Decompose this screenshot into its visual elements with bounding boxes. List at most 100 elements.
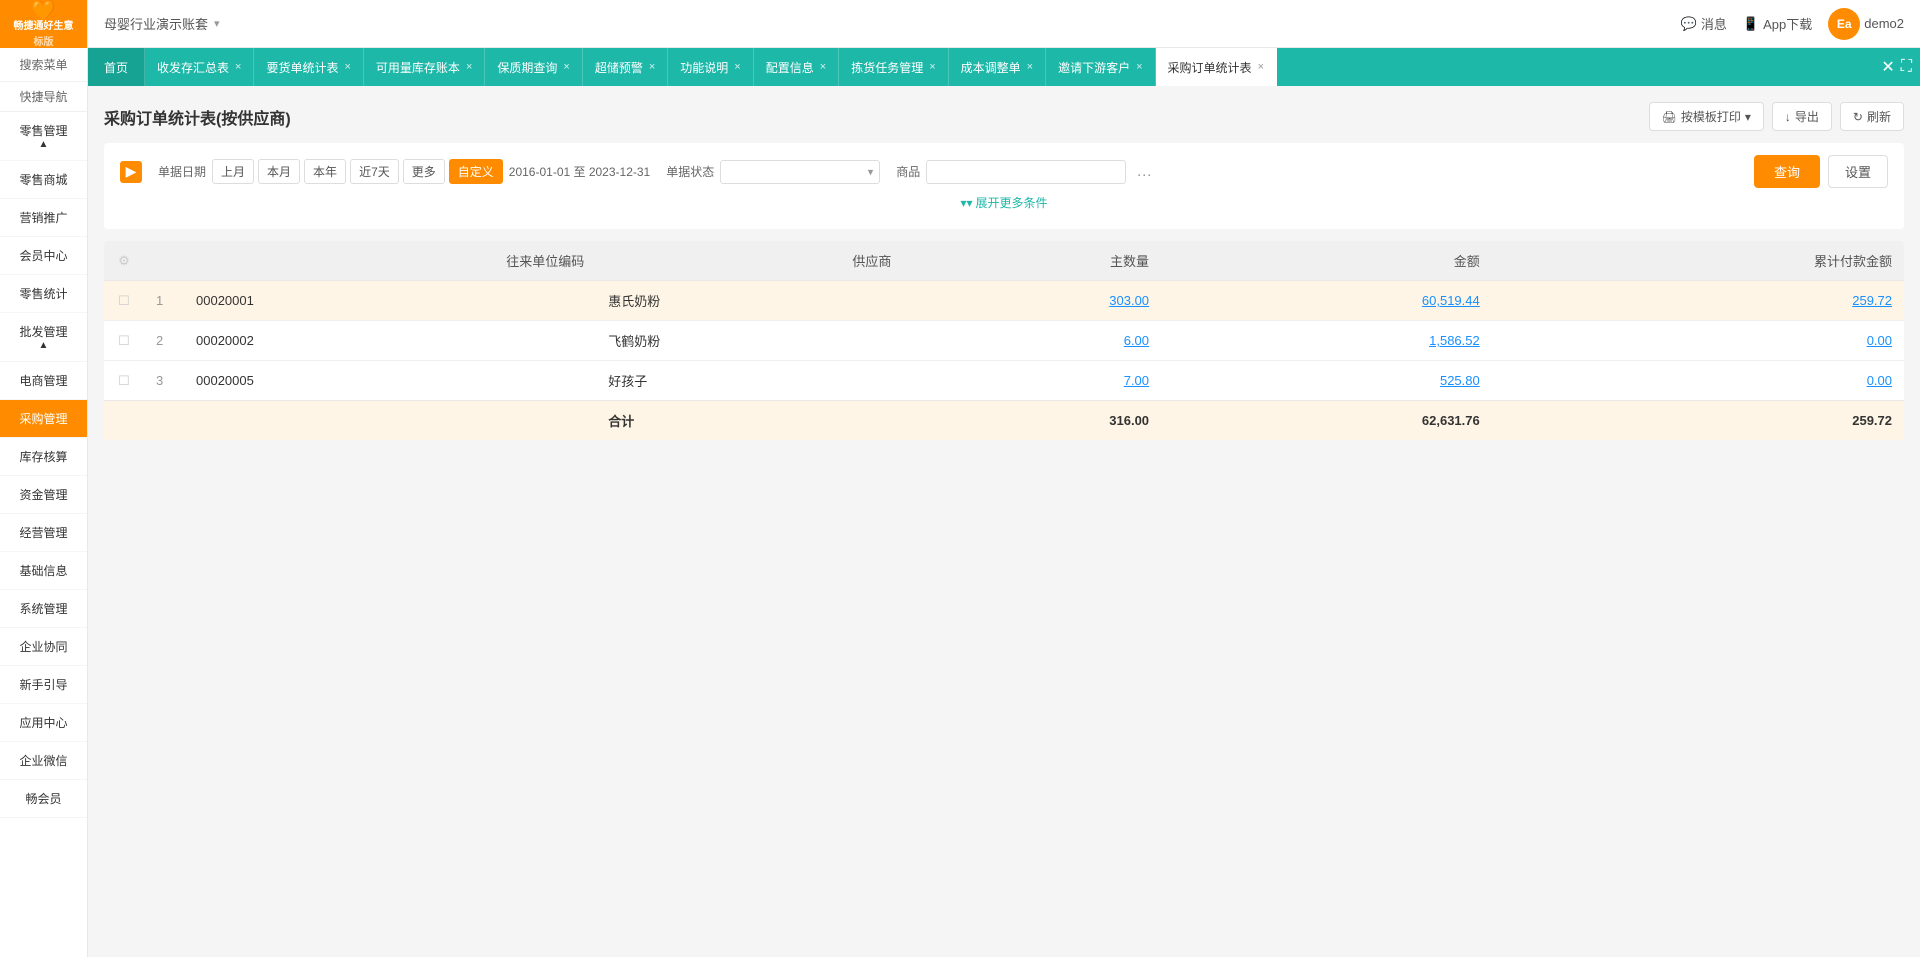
retail-arrow-icon: ▲ <box>39 139 49 150</box>
tab-yaoqingxiayou-close-icon[interactable]: × <box>1136 61 1142 73</box>
date-last-month-button[interactable]: 上月 <box>212 159 254 184</box>
expand-down-icon: ▾▾ <box>960 196 972 210</box>
settings-button[interactable]: 设置 <box>1828 155 1888 188</box>
tab-chaochuyu-close-icon[interactable]: × <box>649 61 655 73</box>
workspace-name: 母婴行业演示账套 <box>104 14 208 33</box>
row-paid-cell[interactable]: 0.00 <box>1492 321 1904 361</box>
row-check-cell[interactable]: ☐ <box>104 321 144 361</box>
header-bar: 母婴行业演示账套 ▾ 💬 消息 📱 App下载 Ea demo2 <box>88 0 1920 48</box>
tab-baozhi-close-icon[interactable]: × <box>563 61 569 73</box>
row-paid-cell[interactable]: 259.72 <box>1492 281 1904 321</box>
row-amount-cell[interactable]: 60,519.44 <box>1161 281 1492 321</box>
row-amount-cell[interactable]: 1,586.52 <box>1161 321 1492 361</box>
filter-toggle-button[interactable]: ▶ <box>120 161 142 183</box>
sidebar-item-operation[interactable]: 经营管理 <box>0 514 87 552</box>
table-row[interactable]: ☐ 2 00020002 飞鹤奶粉 6.00 1,586.52 0.00 <box>104 321 1904 361</box>
sidebar-item-appcenter[interactable]: 应用中心 <box>0 704 87 742</box>
tab-yaohuo[interactable]: 要货单统计表 × <box>254 48 363 86</box>
tab-keyongliang-close-icon[interactable]: × <box>466 61 472 73</box>
row-quantity-cell[interactable]: 303.00 <box>903 281 1161 321</box>
tab-peizhi[interactable]: 配置信息 × <box>754 48 839 86</box>
date-custom-button[interactable]: 自定义 <box>449 159 503 184</box>
tab-caigoudindan-close-icon[interactable]: × <box>1258 61 1264 73</box>
tab-pihuorenwu[interactable]: 拣货任务管理 × <box>839 48 948 86</box>
sidebar-item-basic[interactable]: 基础信息 <box>0 552 87 590</box>
search-button[interactable]: 查询 <box>1754 155 1820 188</box>
goods-more-button[interactable]: … <box>1132 163 1156 181</box>
sidebar-item-vip[interactable]: 畅会员 <box>0 780 87 818</box>
col-quantity-header: 主数量 <box>903 241 1161 281</box>
row-quantity-cell[interactable]: 7.00 <box>903 361 1161 401</box>
tab-maximize-icon[interactable]: ⛶ <box>1901 58 1912 76</box>
export-label: 导出 <box>1795 108 1819 125</box>
tab-close-all-icon[interactable]: ✕ <box>1881 57 1894 77</box>
tab-yaoqingxiayou[interactable]: 邀请下游客户 × <box>1046 48 1155 86</box>
tab-chengbentiaoz-close-icon[interactable]: × <box>1027 61 1033 73</box>
app-download-button[interactable]: 📱 App下载 <box>1743 14 1812 33</box>
message-button[interactable]: 💬 消息 <box>1681 14 1727 33</box>
row-code-cell: 00020005 <box>184 361 596 401</box>
tab-baozhi[interactable]: 保质期查询 × <box>485 48 582 86</box>
ecom-label: 电商管理 <box>19 372 67 389</box>
tab-gongnengshuo[interactable]: 功能说明 × <box>668 48 753 86</box>
refresh-button[interactable]: ↻ 刷新 <box>1840 102 1904 131</box>
export-button[interactable]: ↓ 导出 <box>1772 102 1832 131</box>
goods-input[interactable] <box>926 160 1126 184</box>
tab-chaochuyu[interactable]: 超储预警 × <box>583 48 668 86</box>
tab-pihuorenwu-close-icon[interactable]: × <box>929 61 935 73</box>
date-last7-button[interactable]: 近7天 <box>350 159 399 184</box>
retail-label: 零售管理 <box>19 122 67 139</box>
row-check-cell[interactable]: ☐ <box>104 361 144 401</box>
sidebar-item-ecom[interactable]: 电商管理 <box>0 362 87 400</box>
date-more-button[interactable]: 更多 <box>403 159 445 184</box>
tab-caigoudindan[interactable]: 采购订单统计表 × <box>1156 48 1277 86</box>
row-check-icon[interactable]: ☐ <box>118 373 130 388</box>
row-quantity-cell[interactable]: 6.00 <box>903 321 1161 361</box>
sidebar-item-finance[interactable]: 资金管理 <box>0 476 87 514</box>
sidebar-item-retail[interactable]: 零售管理 ▲ <box>0 112 87 161</box>
sidebar-item-inventory[interactable]: 库存核算 <box>0 438 87 476</box>
date-range-value: 2016-01-01 至 2023-12-31 <box>509 163 650 180</box>
tab-home[interactable]: 首页 <box>88 48 145 86</box>
tab-keyongliang[interactable]: 可用量库存账本 × <box>364 48 485 86</box>
row-amount-cell[interactable]: 525.80 <box>1161 361 1492 401</box>
sidebar-item-enterprise[interactable]: 企业协同 <box>0 628 87 666</box>
sidebar-item-newguide[interactable]: 新手引导 <box>0 666 87 704</box>
tab-caigoudindan-label: 采购订单统计表 <box>1168 59 1252 76</box>
tab-shouchuihuizong-close-icon[interactable]: × <box>235 61 241 73</box>
sidebar-item-system[interactable]: 系统管理 <box>0 590 87 628</box>
date-this-month-button[interactable]: 本月 <box>258 159 300 184</box>
sidebar-item-batch[interactable]: 批发管理 ▲ <box>0 313 87 362</box>
footer-label-cell <box>184 401 596 441</box>
tab-yaohuo-close-icon[interactable]: × <box>344 61 350 73</box>
print-button[interactable]: 🖨 按模板打印 ▾ <box>1649 102 1764 131</box>
tab-chengbentiaoz[interactable]: 成本调整单 × <box>949 48 1046 86</box>
user-profile-button[interactable]: Ea demo2 <box>1828 8 1904 40</box>
tab-shouchuihuizong[interactable]: 收发存汇总表 × <box>145 48 254 86</box>
footer-paid-cell: 259.72 <box>1492 401 1904 441</box>
workspace-selector[interactable]: 母婴行业演示账套 ▾ <box>104 14 220 33</box>
sidebar-item-retailshop[interactable]: 零售商城 <box>0 161 87 199</box>
table-row[interactable]: ☐ 3 00020005 好孩子 7.00 525.80 0.00 <box>104 361 1904 401</box>
batch-label: 批发管理 <box>19 323 67 340</box>
check-all-icon[interactable]: ⚙ <box>118 253 130 268</box>
sidebar-item-search[interactable]: 搜索菜单 <box>0 48 87 82</box>
date-this-year-button[interactable]: 本年 <box>304 159 346 184</box>
table-row[interactable]: ☐ 1 00020001 惠氏奶粉 303.00 60,519.44 259.7… <box>104 281 1904 321</box>
row-check-icon[interactable]: ☐ <box>118 293 130 308</box>
sidebar-item-quicknav[interactable]: 快捷导航 <box>0 82 87 112</box>
row-paid-cell[interactable]: 0.00 <box>1492 361 1904 401</box>
app-download-icon: 📱 <box>1743 16 1759 32</box>
tab-peizhi-close-icon[interactable]: × <box>820 61 826 73</box>
row-check-cell[interactable]: ☐ <box>104 281 144 321</box>
status-select[interactable] <box>720 160 880 184</box>
sidebar-item-retailstat[interactable]: 零售统计 <box>0 275 87 313</box>
expand-more-button[interactable]: ▾▾ 展开更多条件 <box>120 188 1888 217</box>
sidebar-item-purchase[interactable]: 采购管理 <box>0 400 87 438</box>
sidebar-item-marketing[interactable]: 营销推广 <box>0 199 87 237</box>
row-check-icon[interactable]: ☐ <box>118 333 130 348</box>
status-select-wrapper <box>720 160 880 184</box>
tab-gongnengshuo-close-icon[interactable]: × <box>734 61 740 73</box>
sidebar-item-member[interactable]: 会员中心 <box>0 237 87 275</box>
sidebar-item-wechat[interactable]: 企业微信 <box>0 742 87 780</box>
